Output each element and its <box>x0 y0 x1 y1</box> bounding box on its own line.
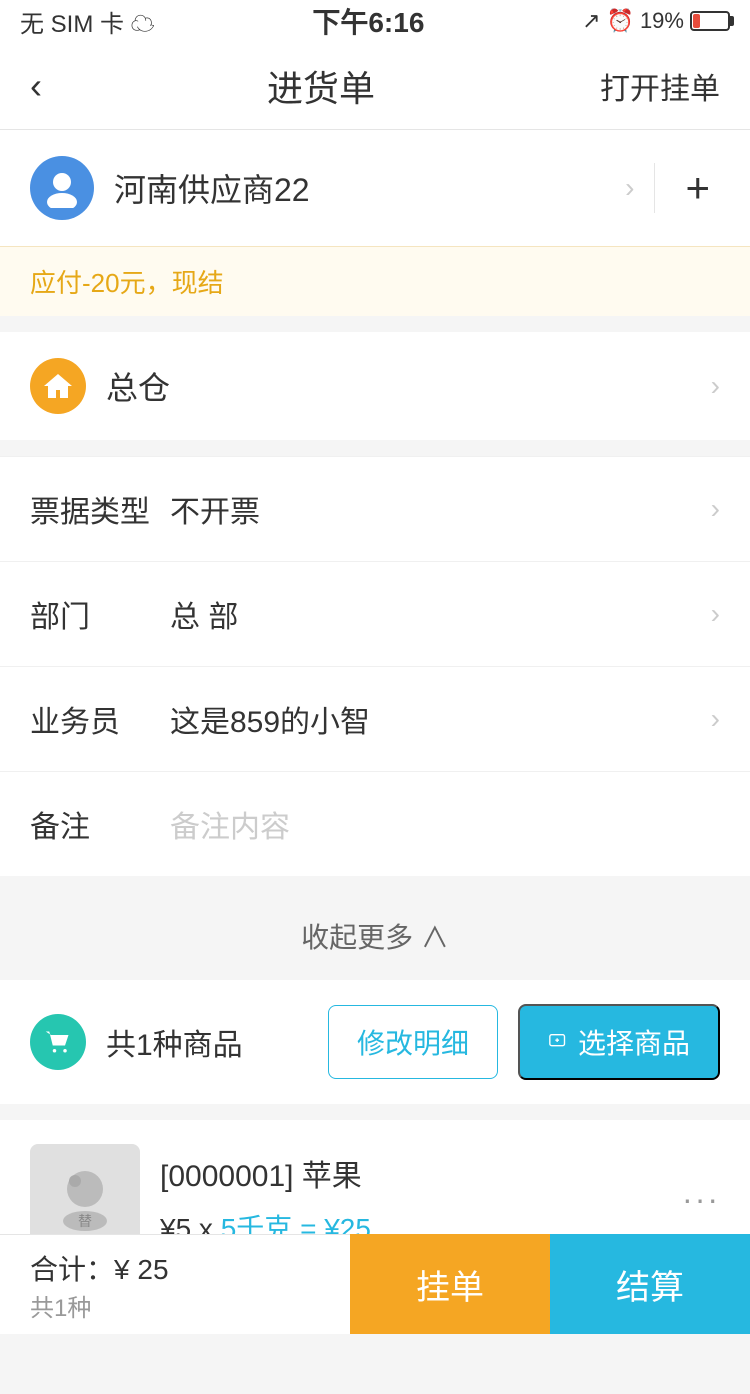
product-more-button[interactable]: ··· <box>682 1181 720 1218</box>
chevron-right-icon: › <box>711 493 720 525</box>
salesperson-label: 业务员 <box>30 697 170 741</box>
invoice-label: 票据类型 <box>30 487 170 531</box>
products-icon <box>30 1014 86 1070</box>
open-hang-button[interactable]: 打开挂单 <box>600 64 720 108</box>
supplier-avatar <box>30 156 94 220</box>
divider <box>654 163 655 213</box>
cart-icon <box>44 1028 72 1056</box>
select-product-button[interactable]: 选择商品 <box>518 1004 720 1080</box>
remark-label: 备注 <box>30 802 170 846</box>
person-icon <box>42 168 82 208</box>
supplier-section: 河南供应商22 › + 应付-20元，现结 <box>0 130 750 316</box>
credit-notice: 应付-20元，现结 <box>0 246 750 316</box>
page-title: 进货单 <box>267 60 375 112</box>
remark-input[interactable]: 备注内容 <box>170 802 720 846</box>
warehouse-label: 总仓 <box>106 363 701 409</box>
svg-text:替: 替 <box>78 1213 92 1229</box>
hang-button[interactable]: 挂单 <box>350 1234 550 1334</box>
chevron-right-icon: › <box>625 172 634 204</box>
products-count: 共1种商品 <box>106 1020 308 1064</box>
department-value: 总 部 <box>170 592 701 636</box>
salesperson-value: 这是859的小智 <box>170 697 701 741</box>
department-row[interactable]: 部门 总 部 › <box>0 561 750 666</box>
warehouse-row[interactable]: 总仓 › <box>0 332 750 440</box>
alarm-icon: ⏰ <box>607 8 634 34</box>
collapse-label: 收起更多 ∧ <box>301 916 449 956</box>
chevron-right-icon: › <box>711 370 720 402</box>
battery-percent: 19% <box>640 8 684 34</box>
department-label: 部门 <box>30 592 170 636</box>
footer-sub: 共1种 <box>30 1288 320 1323</box>
add-product-icon <box>548 1031 570 1053</box>
status-right: ↗ ⏰ 19% <box>582 8 730 34</box>
battery-icon <box>690 11 730 31</box>
warehouse-icon <box>30 358 86 414</box>
add-supplier-button[interactable]: + <box>675 164 720 212</box>
back-button[interactable]: ‹ <box>30 65 42 107</box>
chevron-right-icon: › <box>711 598 720 630</box>
status-bar: 无 SIM 卡 ☁ 下午6:16 ↗ ⏰ 19% <box>0 0 750 42</box>
chevron-right-icon: › <box>711 703 720 735</box>
invoice-row[interactable]: 票据类型 不开票 › <box>0 456 750 561</box>
status-left: 无 SIM 卡 ☁ <box>20 4 155 39</box>
remark-row[interactable]: 备注 备注内容 <box>0 771 750 876</box>
checkout-button[interactable]: 结算 <box>550 1234 750 1334</box>
product-placeholder-icon: 替 <box>45 1159 125 1239</box>
nav-bar: ‹ 进货单 打开挂单 <box>0 42 750 130</box>
location-icon: ↗ <box>582 8 600 34</box>
collapse-more-button[interactable]: 收起更多 ∧ <box>0 892 750 980</box>
form-section: 票据类型 不开票 › 部门 总 部 › 业务员 这是859的小智 › 备注 备注… <box>0 456 750 876</box>
invoice-value: 不开票 <box>170 487 701 531</box>
product-info: [0000001] 苹果 ¥5 x 5千克 = ¥25 <box>160 1151 662 1247</box>
footer-total: 合计：¥ 25 共1种 <box>0 1234 350 1334</box>
footer: 合计：¥ 25 共1种 挂单 结算 <box>0 1234 750 1334</box>
warehouse-section: 总仓 › <box>0 332 750 440</box>
salesperson-row[interactable]: 业务员 这是859的小智 › <box>0 666 750 771</box>
supplier-row[interactable]: 河南供应商22 › + <box>0 130 750 246</box>
sim-text: 无 SIM 卡 ☁ <box>20 4 155 39</box>
status-time: 下午6:16 <box>312 1 424 41</box>
total-label: 合计： <box>30 1254 114 1285</box>
edit-detail-button[interactable]: 修改明细 <box>328 1005 498 1079</box>
select-product-label: 选择商品 <box>578 1022 690 1062</box>
products-header: 共1种商品 修改明细 选择商品 <box>0 980 750 1104</box>
supplier-name: 河南供应商22 <box>114 165 615 211</box>
home-icon <box>42 370 74 402</box>
product-name: [0000001] 苹果 <box>160 1151 662 1195</box>
footer-amount: 合计：¥ 25 <box>30 1246 320 1288</box>
